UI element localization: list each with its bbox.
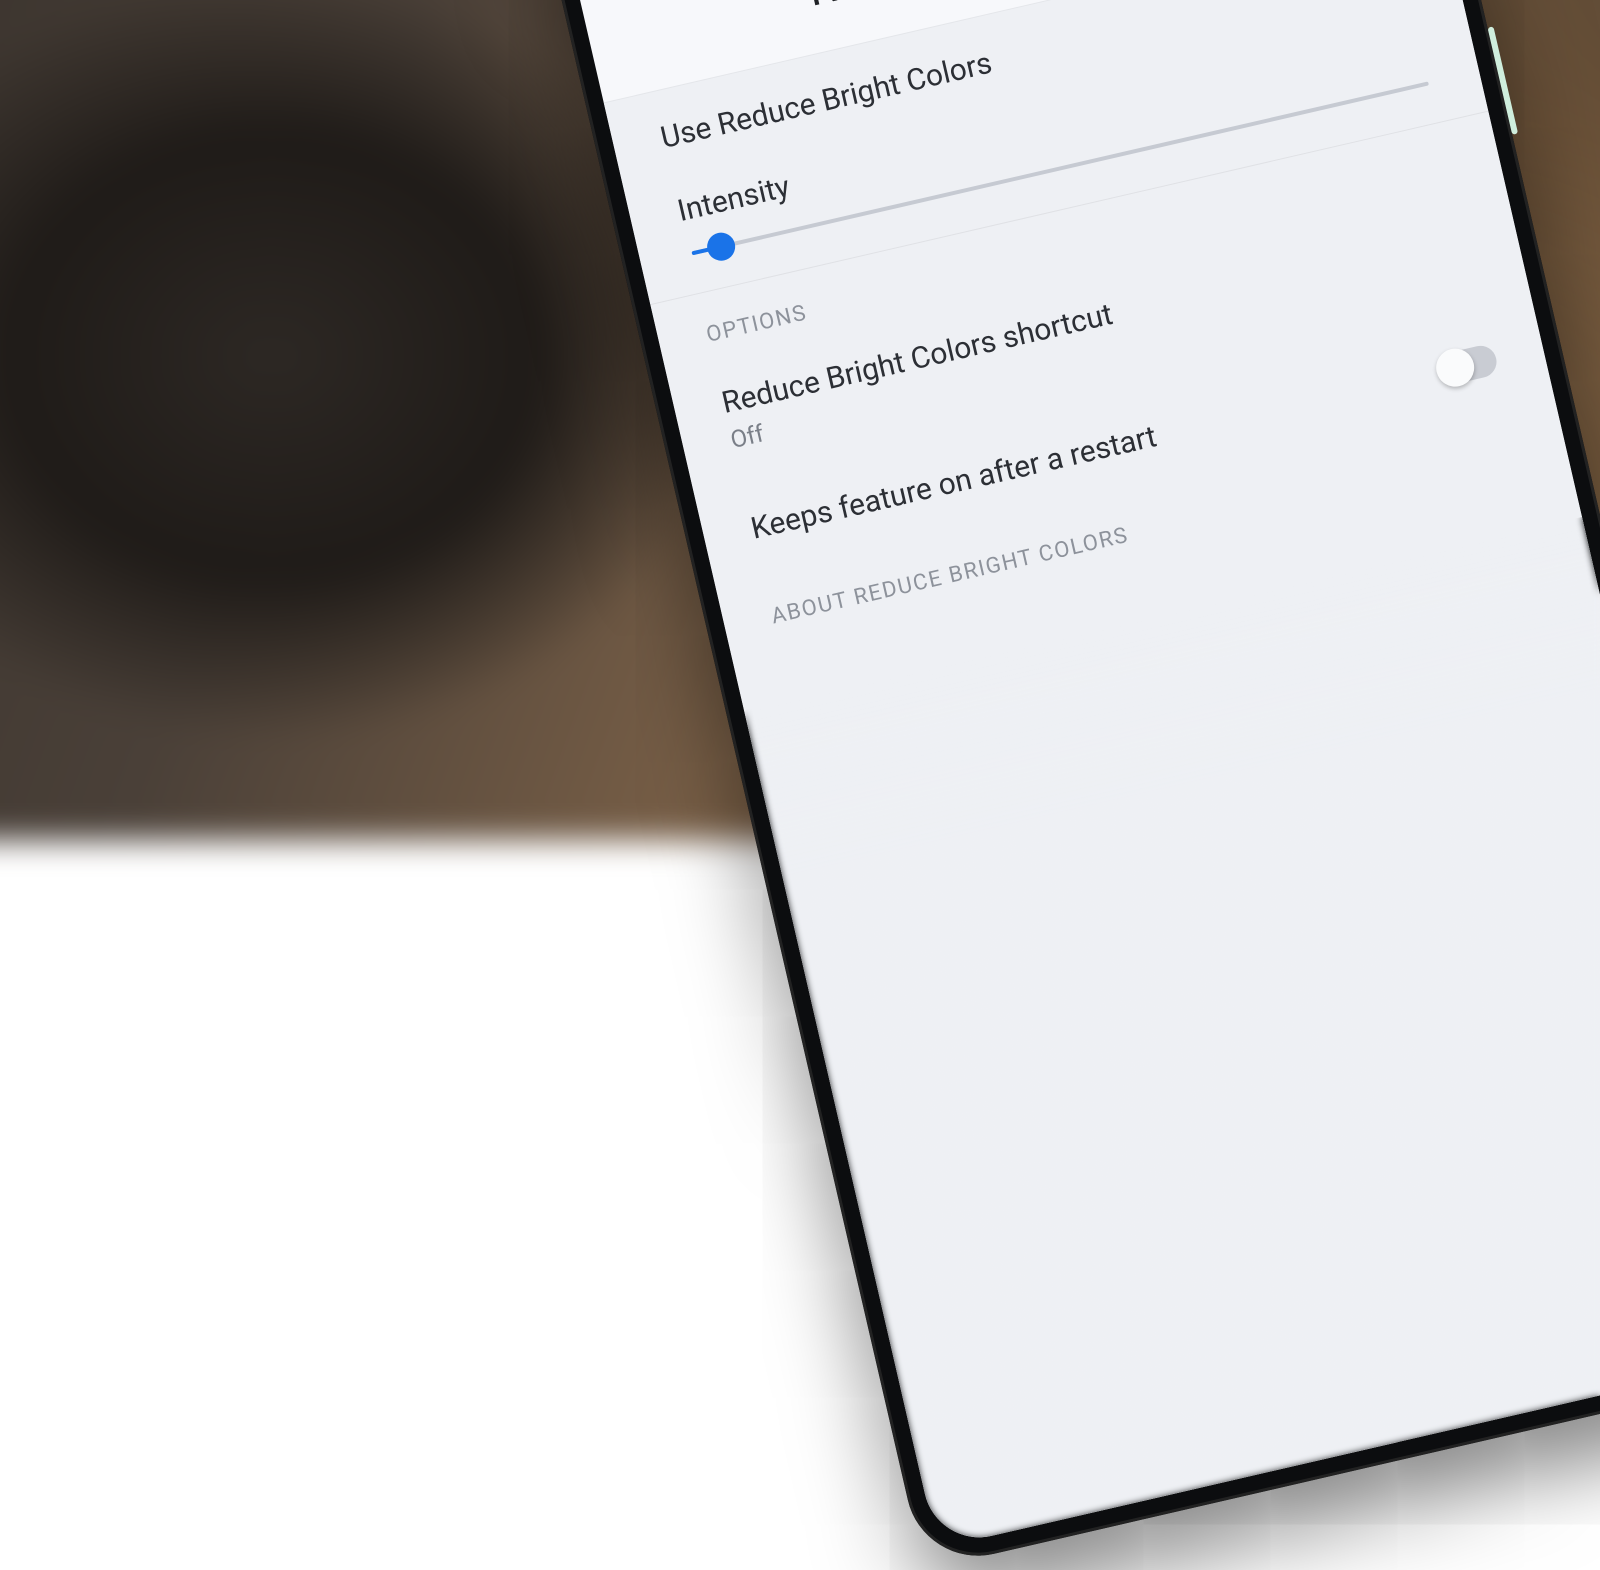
slider-thumb[interactable] xyxy=(705,230,739,264)
keep-on-toggle[interactable] xyxy=(1436,342,1500,386)
settings-content: Use Reduce Bright Colors Intensity OPTIO… xyxy=(604,0,1600,1548)
